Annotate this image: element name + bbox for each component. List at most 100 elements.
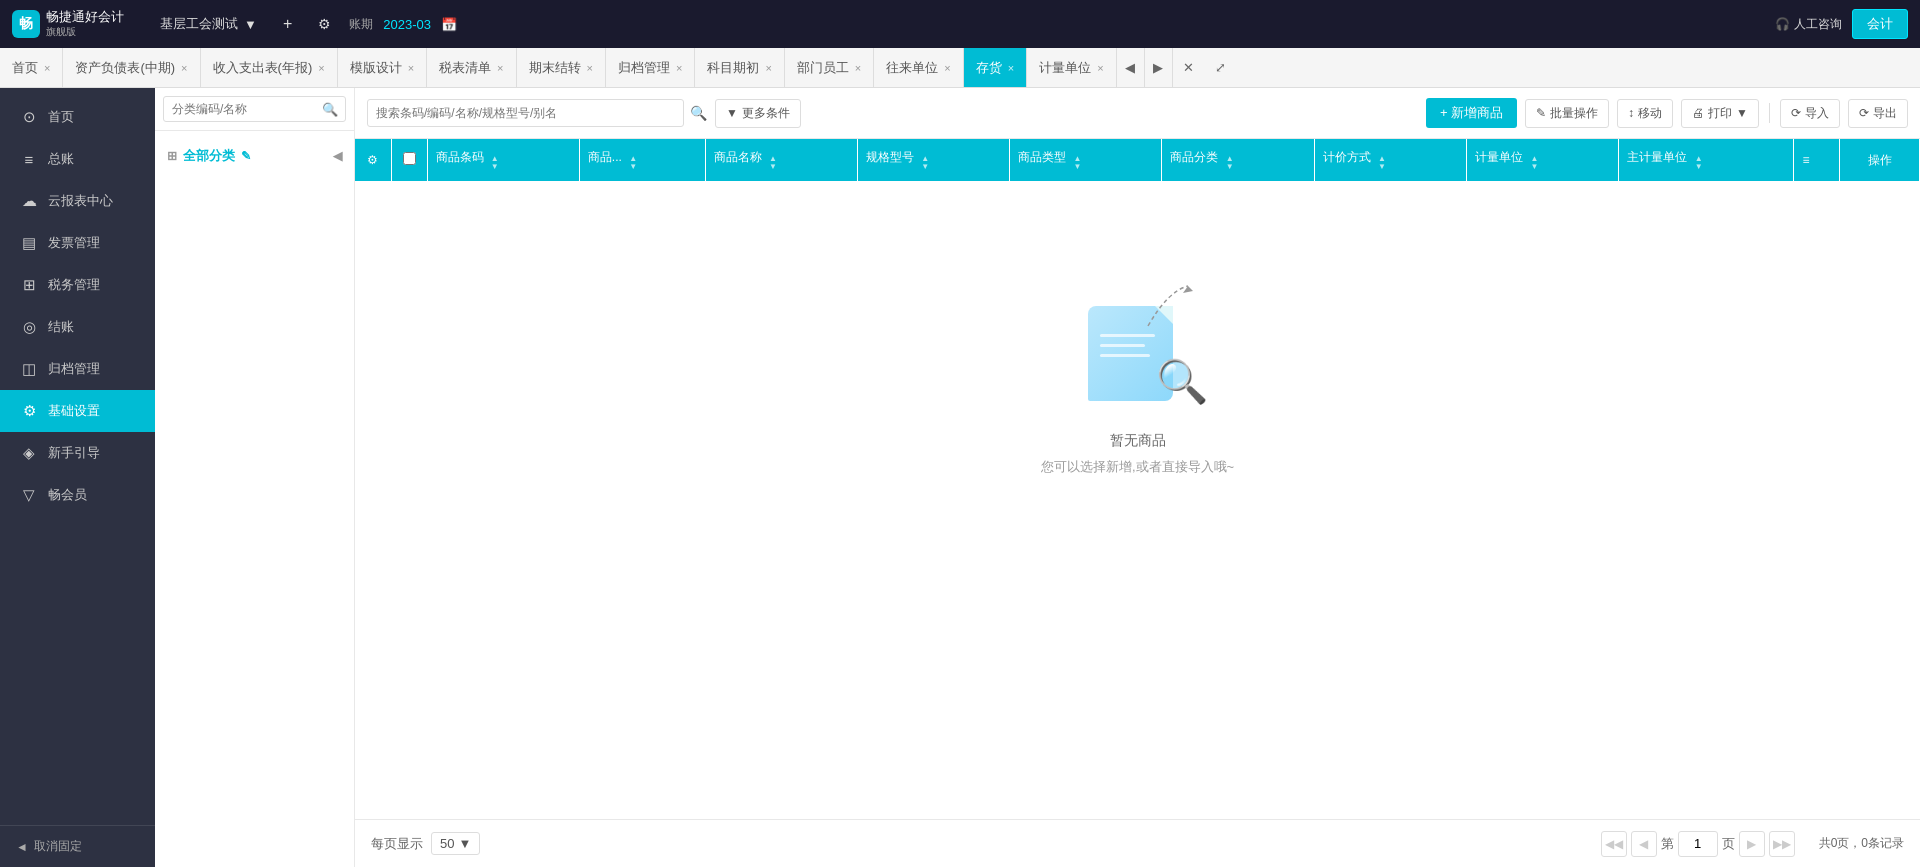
print-button[interactable]: 🖨 打印 ▼: [1681, 99, 1759, 128]
sidebar-item-guide[interactable]: ◈ 新手引导: [0, 432, 155, 474]
sort-icon: ▲▼: [921, 155, 929, 171]
move-button[interactable]: ↕ 移动: [1617, 99, 1673, 128]
tab-archive[interactable]: 归档管理 ×: [606, 48, 695, 88]
tab-bar: 首页 × 资产负债表(中期) × 收入支出表(年报) × 模版设计 × 税表清单…: [0, 48, 1920, 88]
first-page-button[interactable]: ◀◀: [1601, 831, 1627, 857]
category-search-icon[interactable]: 🔍: [322, 102, 338, 117]
period-value: 2023-03: [383, 17, 431, 32]
tab-taxclear[interactable]: 税表清单 ×: [427, 48, 516, 88]
th-unit[interactable]: 计量单位 ▲▼: [1467, 139, 1619, 181]
last-page-button[interactable]: ▶▶: [1769, 831, 1795, 857]
sidebar-item-settlement[interactable]: ◎ 结账: [0, 306, 155, 348]
sidebar-item-home[interactable]: ⊙ 首页: [0, 96, 155, 138]
sidebar-item-ledger[interactable]: ≡ 总账: [0, 138, 155, 180]
tab-close-icon[interactable]: ×: [944, 62, 950, 74]
th-actions: 操作: [1840, 139, 1920, 181]
more-filter-button[interactable]: ▼ 更多条件: [715, 99, 801, 128]
per-page-select[interactable]: 50 ▼: [431, 832, 480, 855]
product-search-input[interactable]: [367, 99, 684, 127]
tab-label: 期末结转: [529, 59, 581, 77]
import-button[interactable]: ⟳ 导入: [1780, 99, 1840, 128]
org-selector[interactable]: 基层工会测试 ▼: [152, 11, 265, 37]
sidebar-item-archive[interactable]: ◫ 归档管理: [0, 348, 155, 390]
pagination: 每页显示 50 ▼ ◀◀ ◀ 第 页 ▶ ▶▶ 共0页，0条记录: [355, 819, 1920, 867]
tab-close-icon[interactable]: ×: [855, 62, 861, 74]
next-page-button[interactable]: ▶: [1739, 831, 1765, 857]
th-extra[interactable]: ≡: [1794, 139, 1840, 181]
sidebar-item-label: 总账: [48, 150, 74, 168]
org-settings-icon[interactable]: ⚙: [310, 12, 339, 36]
tab-close-icon[interactable]: ×: [1097, 62, 1103, 74]
tab-balance[interactable]: 资产负债表(中期) ×: [63, 48, 200, 88]
th-category[interactable]: 商品分类 ▲▼: [1162, 139, 1314, 181]
sort-icon: ▲▼: [1378, 155, 1386, 171]
per-page-label: 每页显示: [371, 835, 423, 853]
collapse-icon[interactable]: ◀: [333, 149, 342, 163]
calendar-icon[interactable]: 📅: [441, 17, 457, 32]
tab-subject[interactable]: 科目期初 ×: [695, 48, 784, 88]
th-type[interactable]: 商品类型 ▲▼: [1010, 139, 1162, 181]
tab-close-icon[interactable]: ×: [318, 62, 324, 74]
category-label: 全部分类: [183, 147, 235, 165]
sidebar-item-tax[interactable]: ⊞ 税务管理: [0, 264, 155, 306]
right-panel: 🔍 ▼ 更多条件 + 新增商品 ✎ 批量操作: [355, 88, 1920, 867]
tab-close-icon[interactable]: ×: [676, 62, 682, 74]
empty-subtitle: 您可以选择新增,或者直接导入哦~: [1041, 458, 1234, 476]
account-button[interactable]: 会计: [1852, 9, 1908, 39]
sidebar-item-label: 结账: [48, 318, 74, 336]
add-product-button[interactable]: + 新增商品: [1426, 98, 1517, 128]
th-barcode[interactable]: 商品条码 ▲▼: [427, 139, 579, 181]
tab-supplier[interactable]: 往来单位 ×: [874, 48, 963, 88]
tab-unit[interactable]: 计量单位 ×: [1027, 48, 1116, 88]
th-price-method[interactable]: 计价方式 ▲▼: [1314, 139, 1466, 181]
batch-operation-button[interactable]: ✎ 批量操作: [1525, 99, 1609, 128]
th-name[interactable]: 商品名称 ▲▼: [705, 139, 857, 181]
tab-department[interactable]: 部门员工 ×: [785, 48, 874, 88]
svg-marker-0: [1183, 286, 1193, 293]
tab-template[interactable]: 模版设计 ×: [338, 48, 427, 88]
select-all-checkbox[interactable]: [403, 152, 416, 165]
category-search-input[interactable]: [163, 96, 346, 122]
add-tab-button[interactable]: +: [275, 11, 300, 37]
tab-close-icon[interactable]: ×: [497, 62, 503, 74]
th-main-unit[interactable]: 主计量单位 ▲▼: [1619, 139, 1794, 181]
sidebar-item-reports[interactable]: ☁ 云报表中心: [0, 180, 155, 222]
tab-income[interactable]: 收入支出表(年报) ×: [201, 48, 338, 88]
tab-close-icon[interactable]: ×: [1008, 62, 1014, 74]
tab-scroll-right-button[interactable]: ▶: [1145, 48, 1173, 88]
help-button[interactable]: 🎧 人工咨询: [1775, 16, 1842, 33]
tab-close-icon[interactable]: ×: [408, 62, 414, 74]
product-search-icon[interactable]: 🔍: [690, 105, 707, 121]
cloud-icon: ☁: [20, 192, 38, 210]
prev-page-button[interactable]: ◀: [1631, 831, 1657, 857]
edit-icon[interactable]: ✎: [241, 149, 251, 163]
sidebar-item-basic[interactable]: ⚙ 基础设置: [0, 390, 155, 432]
sidebar-item-invoice[interactable]: ▤ 发票管理: [0, 222, 155, 264]
sidebar-item-label: 云报表中心: [48, 192, 113, 210]
unpin-button[interactable]: ◄ 取消固定: [16, 838, 139, 855]
th-spec[interactable]: 规格型号 ▲▼: [857, 139, 1009, 181]
app-logo-icon: 畅: [12, 10, 40, 38]
batch-icon: ✎: [1536, 106, 1546, 120]
tab-home[interactable]: 首页 ×: [0, 48, 63, 88]
tab-close-icon[interactable]: ×: [181, 62, 187, 74]
export-button[interactable]: ⟳ 导出: [1848, 99, 1908, 128]
page-number-input[interactable]: [1678, 831, 1718, 857]
tab-inventory[interactable]: 存货 ×: [964, 48, 1027, 88]
tab-label: 模版设计: [350, 59, 402, 77]
sidebar-item-member[interactable]: ▽ 畅会员: [0, 474, 155, 516]
tab-scroll-left-button[interactable]: ◀: [1117, 48, 1145, 88]
tab-close-icon[interactable]: ×: [765, 62, 771, 74]
close-all-tabs-button[interactable]: ✕: [1173, 48, 1205, 88]
th-settings[interactable]: ⚙: [355, 139, 391, 181]
th-checkbox[interactable]: [391, 139, 427, 181]
tab-close-icon[interactable]: ×: [587, 62, 593, 74]
expand-tab-button[interactable]: ⤢: [1205, 48, 1237, 88]
th-code[interactable]: 商品... ▲▼: [579, 139, 705, 181]
page-nav: ◀◀ ◀ 第 页 ▶ ▶▶: [1601, 831, 1795, 857]
category-all[interactable]: ⊞ 全部分类 ✎ ◀: [155, 139, 354, 173]
tab-period-close[interactable]: 期末结转 ×: [517, 48, 606, 88]
unpin-icon: ◄: [16, 840, 28, 854]
toolbar: 🔍 ▼ 更多条件 + 新增商品 ✎ 批量操作: [355, 88, 1920, 139]
tab-close-icon[interactable]: ×: [44, 62, 50, 74]
